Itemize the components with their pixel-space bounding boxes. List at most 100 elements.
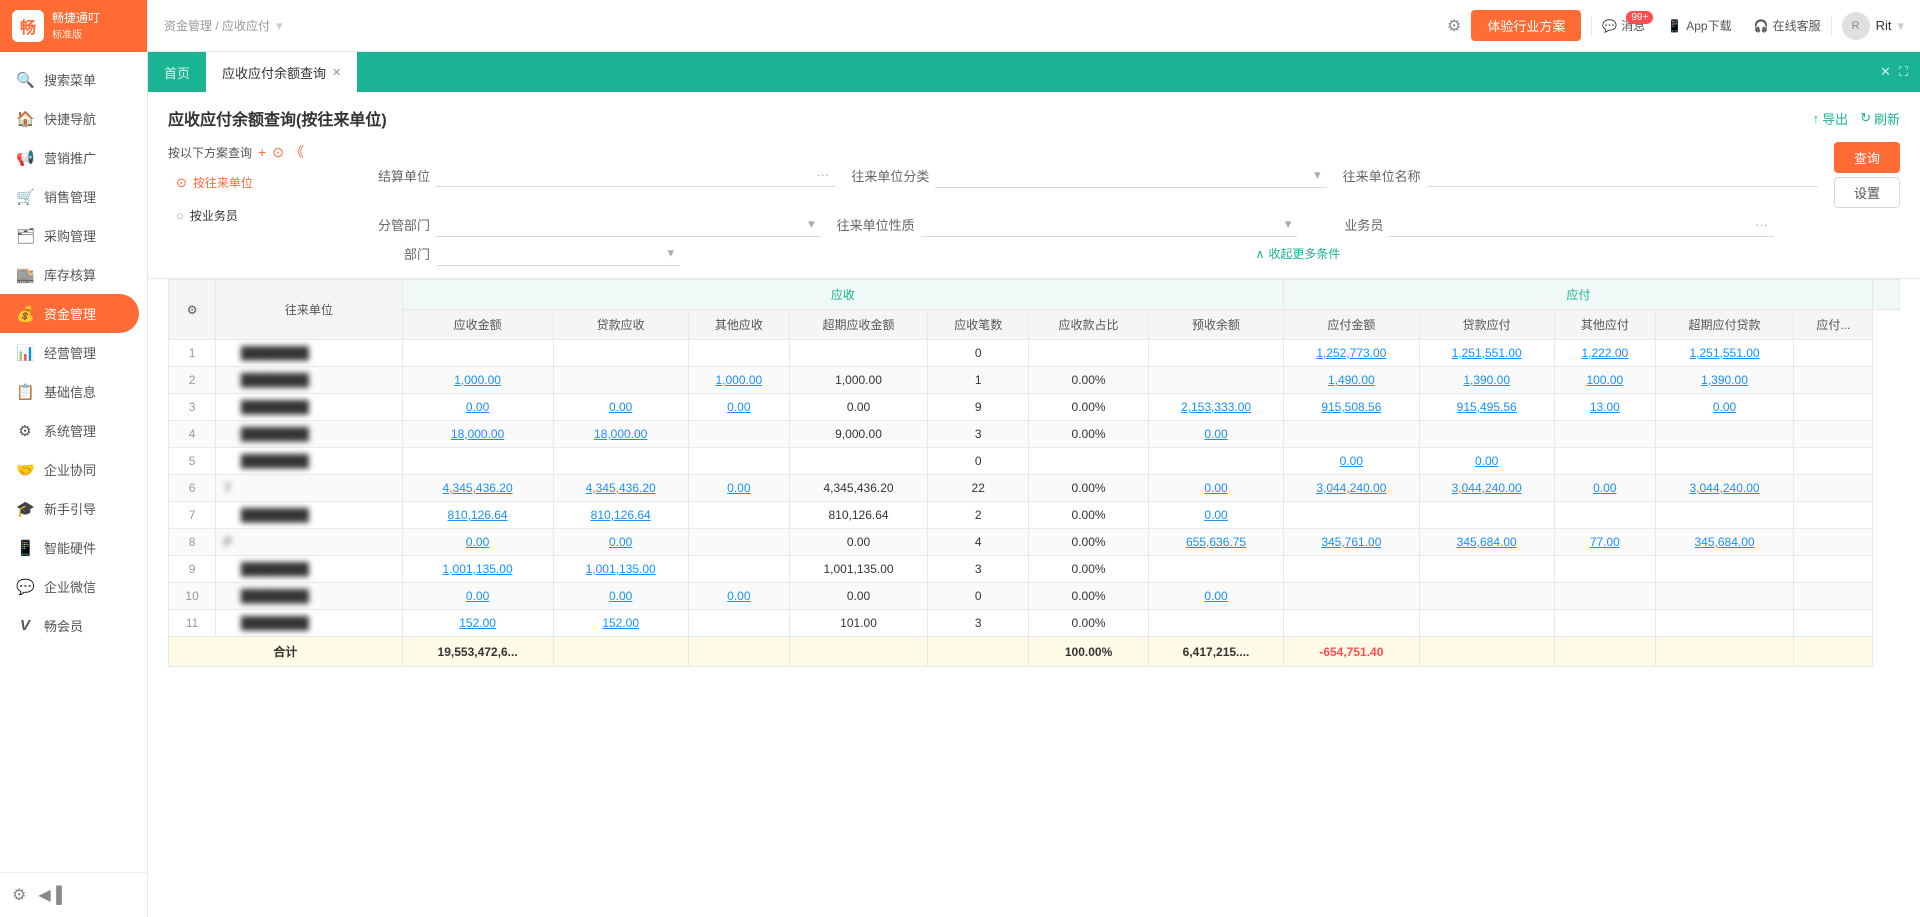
refresh-button[interactable]: ↻ 刷新 (1860, 109, 1900, 128)
ar-amount[interactable]: 152.00 (402, 610, 553, 637)
tab-home[interactable]: 首页 (148, 52, 206, 92)
ap-overdue[interactable]: 3,044,240.00 (1655, 475, 1793, 502)
ar-amount[interactable]: 4,345,436.20 (402, 475, 553, 502)
scheme-by-salesperson[interactable]: ○ 按业务员 (168, 203, 348, 228)
ap-overdue[interactable]: 1,390.00 (1655, 367, 1793, 394)
service-button[interactable]: 🎧 在线客服 (1754, 17, 1821, 34)
sidebar-item-member[interactable]: V 畅会员 (0, 606, 147, 645)
settings-icon[interactable]: ⚙ (12, 885, 26, 905)
tab-expand-icon[interactable]: ⛶ (1899, 64, 1908, 80)
ap-overdue[interactable]: 1,251,551.00 (1655, 340, 1793, 367)
scheme-by-partner[interactable]: ⊙ 按往来单位 (168, 170, 348, 195)
tab-close-all-icon[interactable]: ✕ (1880, 64, 1891, 80)
ar-prepaid[interactable]: 0.00 (1148, 421, 1283, 448)
query-button[interactable]: 查询 (1834, 142, 1900, 173)
ar-prepaid[interactable]: 0.00 (1148, 502, 1283, 529)
ar-other[interactable]: 1,000.00 (688, 367, 789, 394)
ap-amount[interactable]: 3,044,240.00 (1284, 475, 1419, 502)
gear-icon[interactable]: ⚙ (1447, 16, 1461, 36)
ap-overdue[interactable]: 345,684.00 (1655, 529, 1793, 556)
ap-other[interactable]: 77.00 (1554, 529, 1655, 556)
ap-other[interactable]: 100.00 (1554, 367, 1655, 394)
ap-loan[interactable]: 345,684.00 (1419, 529, 1554, 556)
filter-row-2: 分管部门 ▾ 往来单位性质 ▾ 业务员 ··· (360, 212, 1900, 237)
tab-close-icon[interactable]: ✕ (332, 66, 341, 79)
set-button[interactable]: 设置 (1834, 177, 1900, 208)
ar-amount[interactable]: 0.00 (402, 583, 553, 610)
tab-ar-query[interactable]: 应收应付余额查询 ✕ (206, 52, 357, 92)
partner-category-input[interactable]: ▾ (935, 163, 1326, 188)
ar-loan[interactable]: 18,000.00 (553, 421, 688, 448)
promo-button[interactable]: 体验行业方案 (1471, 10, 1581, 41)
sidebar-item-wechat[interactable]: 💬 企业微信 (0, 567, 147, 606)
ar-loan[interactable]: 0.00 (553, 394, 688, 421)
sidebar-item-hardware[interactable]: 📱 智能硬件 (0, 528, 147, 567)
dept-manager-input[interactable]: ▾ (436, 212, 821, 237)
collab-icon: 🤝 (16, 461, 34, 479)
ap-loan[interactable]: 1,390.00 (1419, 367, 1554, 394)
partner-name-input[interactable] (1427, 163, 1818, 187)
sidebar-item-collab[interactable]: 🤝 企业协同 (0, 450, 147, 489)
ap-amount[interactable]: 915,508.56 (1284, 394, 1419, 421)
message-button[interactable]: 💬 消息 99+ (1602, 17, 1645, 34)
sidebar-item-inventory[interactable]: 🏬 库存核算 (0, 255, 147, 294)
ar-loan[interactable]: 0.00 (553, 583, 688, 610)
ar-prepaid[interactable]: 0.00 (1148, 583, 1283, 610)
sidebar-item-search[interactable]: 🔍 搜索菜单 (0, 60, 147, 99)
header-dropdown-arrow[interactable]: ▾ (276, 18, 283, 34)
ap-amount[interactable]: 345,761.00 (1284, 529, 1419, 556)
ar-prepaid[interactable]: 2,153,333.00 (1148, 394, 1283, 421)
ap-loan[interactable]: 915,495.56 (1419, 394, 1554, 421)
sidebar-item-quicknav[interactable]: 🏠 快捷导航 (0, 99, 147, 138)
ap-other[interactable]: 1,222.00 (1554, 340, 1655, 367)
ap-loan[interactable]: 3,044,240.00 (1419, 475, 1554, 502)
ap-amount[interactable]: 0.00 (1284, 448, 1419, 475)
table-settings-header[interactable]: ⚙ (169, 280, 216, 340)
ar-prepaid[interactable]: 0.00 (1148, 475, 1283, 502)
sidebar-item-basic[interactable]: 📋 基础信息 (0, 372, 147, 411)
ap-other[interactable]: 0.00 (1554, 475, 1655, 502)
ar-loan[interactable]: 810,126.64 (553, 502, 688, 529)
ar-other[interactable]: 0.00 (688, 394, 789, 421)
ap-amount[interactable]: 1,490.00 (1284, 367, 1419, 394)
add-scheme-icon[interactable]: + (258, 144, 266, 160)
sidebar-item-operations[interactable]: 📊 经营管理 (0, 333, 147, 372)
sidebar-item-system[interactable]: ⚙ 系统管理 (0, 411, 147, 450)
ar-amount[interactable]: 1,001,135.00 (402, 556, 553, 583)
sidebar-item-finance[interactable]: 💰 资金管理 (0, 294, 139, 333)
sidebar-item-marketing[interactable]: 📢 营销推广 (0, 138, 147, 177)
ar-amount[interactable]: 1,000.00 (402, 367, 553, 394)
export-button[interactable]: ↑ 导出 (1813, 109, 1849, 128)
collapse-icon[interactable]: ◀▐ (38, 885, 62, 905)
sidebar-item-sales[interactable]: 🛒 销售管理 (0, 177, 147, 216)
ap-amount[interactable]: 1,252,773.00 (1284, 340, 1419, 367)
ar-loan[interactable]: 1,001,135.00 (553, 556, 688, 583)
edit-scheme-icon[interactable]: ⊙ (272, 144, 284, 161)
ar-amount[interactable]: 18,000.00 (402, 421, 553, 448)
ar-loan[interactable]: 4,345,436.20 (553, 475, 688, 502)
ap-other[interactable]: 13.00 (1554, 394, 1655, 421)
ar-loan[interactable]: 0.00 (553, 529, 688, 556)
ar-prepaid[interactable]: 655,636.75 (1148, 529, 1283, 556)
ar-other[interactable]: 0.00 (688, 583, 789, 610)
salesperson-input[interactable]: ··· (1389, 213, 1774, 237)
ar-amount[interactable]: 0.00 (402, 529, 553, 556)
ap-overdue[interactable]: 0.00 (1655, 394, 1793, 421)
ar-amount[interactable]: 810,126.64 (402, 502, 553, 529)
user-menu[interactable]: R Rit ▾ (1842, 12, 1904, 40)
ap-loan[interactable]: 1,251,551.00 (1419, 340, 1554, 367)
ar-loan[interactable]: 152.00 (553, 610, 688, 637)
collapse-scheme-icon[interactable]: 《 (290, 142, 304, 162)
ap-loan[interactable]: 0.00 (1419, 448, 1554, 475)
partner-nature-input[interactable]: ▾ (921, 212, 1298, 237)
sidebar-item-purchase[interactable]: 🗂 采购管理 (0, 216, 147, 255)
app-download-button[interactable]: 📱 App下载 (1667, 17, 1731, 34)
summary-ar-prepaid[interactable]: 6,417,215.... (1148, 637, 1283, 667)
department-input[interactable]: ▾ (436, 241, 680, 266)
settlement-unit-input[interactable]: ··· (436, 163, 835, 187)
sidebar-item-guide[interactable]: 🎓 新手引导 (0, 489, 147, 528)
ar-other[interactable]: 0.00 (688, 475, 789, 502)
summary-ar-amount[interactable]: 19,553,472,6... (402, 637, 553, 667)
collapse-button[interactable]: ∧ 收起更多条件 (1252, 241, 1345, 266)
ar-amount[interactable]: 0.00 (402, 394, 553, 421)
